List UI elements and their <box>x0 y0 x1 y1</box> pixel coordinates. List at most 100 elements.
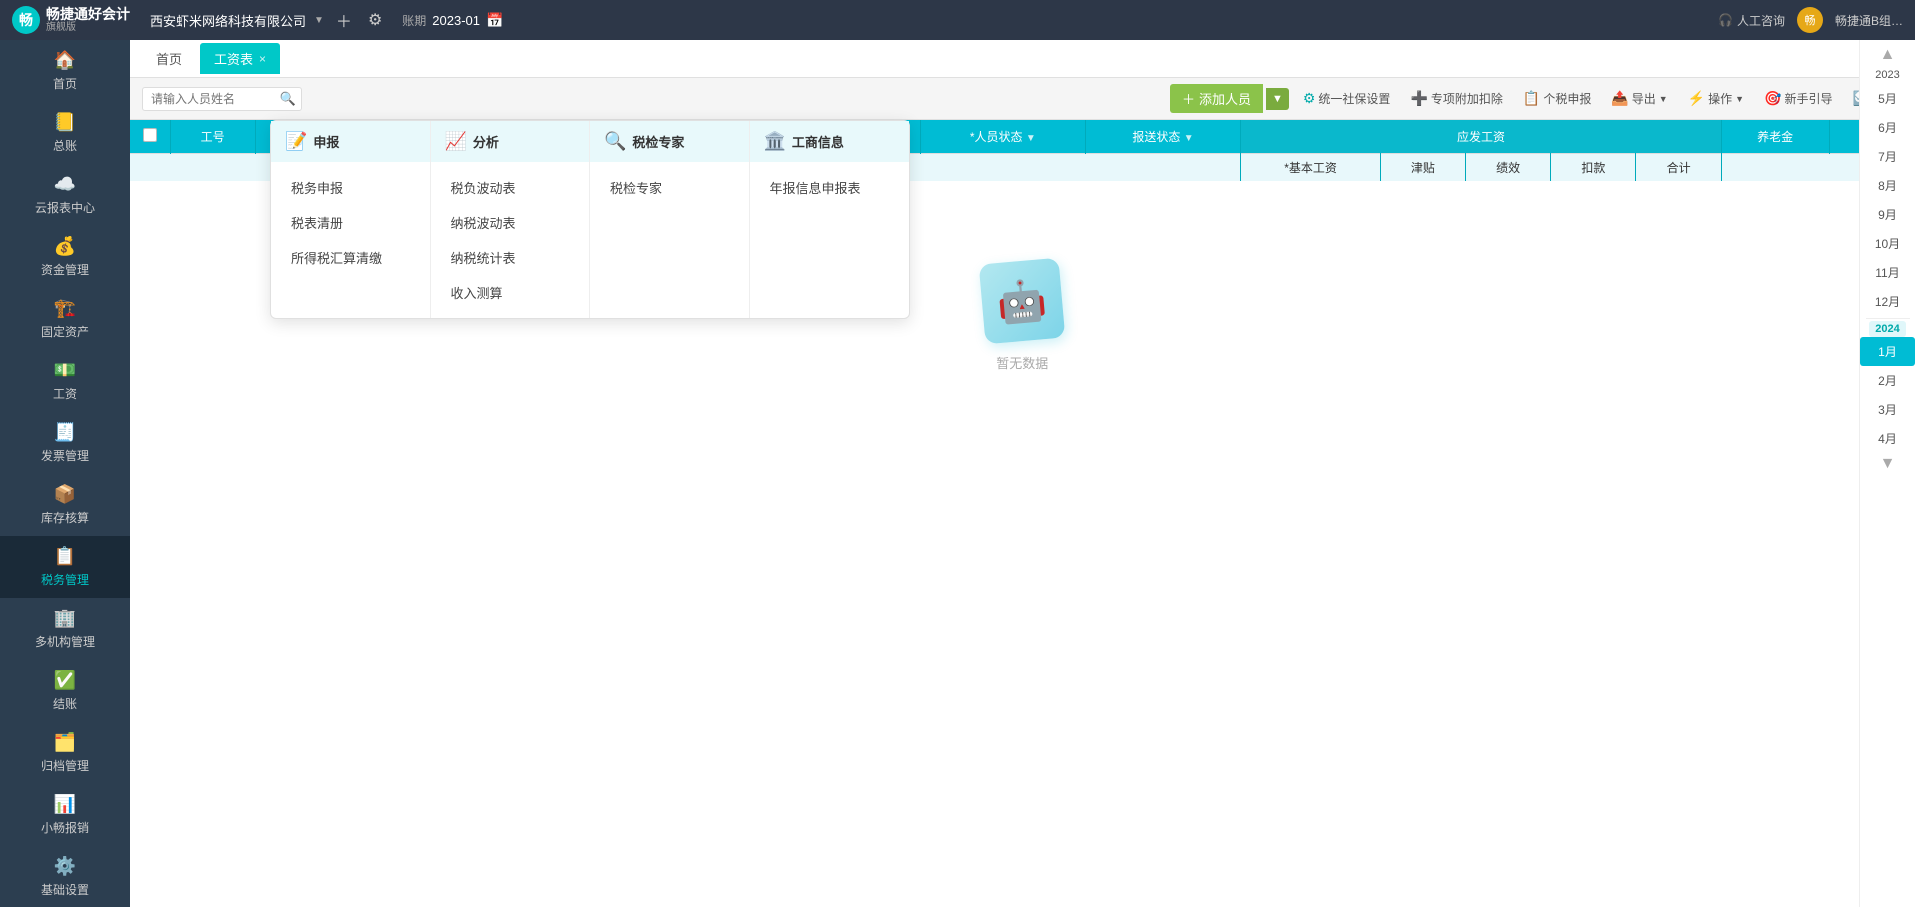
sidebar-item-settings[interactable]: ⚙️ 基础设置 <box>0 846 130 907</box>
tab-salary-label: 工资表 <box>214 49 253 68</box>
declaration-items: 税务申报 税表清册 所得税汇算清缴 <box>271 162 430 283</box>
cloud-icon: ☁️ <box>54 174 76 195</box>
search-icon[interactable]: 🔍 <box>280 91 296 107</box>
tabs-bar: 首页 工资表 × ⤢ × <box>130 40 1915 78</box>
sidebar: 🏠 首页 📒 总账 ☁️ 云报表中心 💰 资金管理 🏗️ 固定资产 💵 工资 🧾… <box>0 40 130 907</box>
tab-home[interactable]: 首页 <box>142 43 196 74</box>
calendar-month-12[interactable]: 12月 <box>1860 287 1915 316</box>
operations-label: 操作 <box>1708 90 1732 107</box>
calendar-month-1[interactable]: 1月 <box>1860 337 1915 366</box>
tax-expert-icon: 🔍 <box>604 131 626 152</box>
income-calc-item[interactable]: 收入测算 <box>431 275 590 310</box>
analysis-title: 分析 <box>473 132 499 151</box>
add-person-dropdown-button[interactable]: ▼ <box>1266 88 1289 110</box>
sidebar-item-salary[interactable]: 💵 工资 <box>0 350 130 412</box>
sidebar-item-asset[interactable]: 🏗️ 固定资产 <box>0 288 130 350</box>
operations-button[interactable]: ⚡ 操作 ▼ <box>1682 86 1750 111</box>
dd-section-declaration-header: 📝 申报 <box>271 121 430 162</box>
sidebar-item-home[interactable]: 🏠 首页 <box>0 40 130 102</box>
export-dropdown-icon: ▼ <box>1659 94 1668 104</box>
calendar-month-10[interactable]: 10月 <box>1860 229 1915 258</box>
calendar-month-11[interactable]: 11月 <box>1860 258 1915 287</box>
calendar-divider <box>1866 318 1910 319</box>
special-deduct-button[interactable]: ➕ 专项附加扣除 <box>1404 86 1508 111</box>
expert-item[interactable]: 税检专家 <box>590 170 749 205</box>
header-wage-group: 应发工资 <box>1241 120 1721 154</box>
calendar-icon[interactable]: 📅 <box>486 12 503 29</box>
new-guide-icon: 🎯 <box>1764 90 1781 107</box>
tab-salary-close-icon[interactable]: × <box>259 52 266 66</box>
calendar-month-4[interactable]: 4月 <box>1860 424 1915 453</box>
business-icon: 🏛️ <box>764 131 786 152</box>
period-label: 账期 <box>402 12 426 29</box>
sidebar-item-archive[interactable]: 🗂️ 归档管理 <box>0 722 130 784</box>
service-button[interactable]: 🎧 人工咨询 <box>1718 12 1785 29</box>
calendar-month-6[interactable]: 6月 <box>1860 113 1915 142</box>
add-person-button[interactable]: ＋ 添加人员 <box>1170 84 1263 113</box>
export-button[interactable]: 📤 导出 ▼ <box>1605 86 1673 111</box>
tax-expert-title: 税检专家 <box>632 132 684 151</box>
calendar-month-8[interactable]: 8月 <box>1860 171 1915 200</box>
inventory-icon: 📦 <box>54 484 76 505</box>
company-settings-button[interactable]: ⚙ <box>364 10 386 30</box>
close-books-icon: ✅ <box>54 670 76 691</box>
send-status-filter-icon[interactable]: ▼ <box>1184 133 1194 144</box>
add-icon: ＋ <box>1182 89 1195 108</box>
tax-report-item[interactable]: 税务申报 <box>271 170 430 205</box>
personal-tax-label: 个税申报 <box>1543 90 1591 107</box>
tax-stats-item[interactable]: 纳税统计表 <box>431 240 590 275</box>
calendar-up-button[interactable]: ▲ <box>1880 44 1896 66</box>
personal-tax-button[interactable]: 📋 个税申报 <box>1517 86 1597 111</box>
content-area: 首页 工资表 × ⤢ × 🔍 ＋ 添加人员 ▼ <box>130 40 1915 907</box>
dd-section-declaration: 📝 申报 税务申报 税表清册 所得税汇算清缴 <box>271 121 431 318</box>
main-layout: 🏠 首页 📒 总账 ☁️ 云报表中心 💰 资金管理 🏗️ 固定资产 💵 工资 🧾… <box>0 40 1915 907</box>
header-status: *人员状态 ▼ <box>921 120 1086 154</box>
calendar-down-button[interactable]: ▼ <box>1880 453 1896 475</box>
social-insurance-button[interactable]: ⚙ 统一社保设置 <box>1297 86 1397 111</box>
sidebar-item-fund[interactable]: 💰 资金管理 <box>0 226 130 288</box>
calendar-month-3[interactable]: 3月 <box>1860 395 1915 424</box>
sidebar-item-multi[interactable]: 🏢 多机构管理 <box>0 598 130 660</box>
status-filter-icon[interactable]: ▼ <box>1026 133 1036 144</box>
annual-report-item[interactable]: 年报信息申报表 <box>750 170 910 205</box>
user-name[interactable]: 畅捷通B组… <box>1835 12 1903 29</box>
special-deduct-label: 专项附加扣除 <box>1431 90 1503 107</box>
tax-burden-item[interactable]: 税负波动表 <box>431 170 590 205</box>
tab-salary[interactable]: 工资表 × <box>200 43 280 74</box>
tab-home-label: 首页 <box>156 49 182 68</box>
calendar-year-2024: 2024 <box>1869 321 1905 337</box>
sub-header-total: 合计 <box>1636 154 1721 182</box>
new-guide-button[interactable]: 🎯 新手引导 <box>1758 86 1838 111</box>
sidebar-item-ledger[interactable]: 📒 总账 <box>0 102 130 164</box>
sidebar-item-cloud[interactable]: ☁️ 云报表中心 <box>0 164 130 226</box>
dd-section-business: 🏛️ 工商信息 年报信息申报表 <box>750 121 910 318</box>
sidebar-item-report[interactable]: 📊 小畅报销 <box>0 784 130 846</box>
search-input[interactable] <box>142 87 302 111</box>
sidebar-item-tax[interactable]: 📋 税务管理 <box>0 536 130 598</box>
company-dropdown-icon[interactable]: ▼ <box>314 15 324 26</box>
add-company-button[interactable]: ＋ <box>332 8 356 32</box>
calendar-month-7[interactable]: 7月 <box>1860 142 1915 171</box>
archive-icon: 🗂️ <box>54 732 76 753</box>
header-checkbox[interactable] <box>143 128 157 142</box>
calendar-panel: ▲ 2023 5月 6月 7月 8月 9月 10月 11月 12月 2024 1… <box>1859 40 1915 907</box>
operations-icon: ⚡ <box>1688 90 1705 107</box>
dd-section-analysis: 📈 分析 税负波动表 纳税波动表 纳税统计表 收入测算 <box>431 121 591 318</box>
tax-payment-item[interactable]: 纳税波动表 <box>431 205 590 240</box>
sidebar-item-inventory[interactable]: 📦 库存核算 <box>0 474 130 536</box>
logo-icon: 畅 <box>12 6 40 34</box>
dd-section-tax-expert: 🔍 税检专家 税检专家 <box>590 121 750 318</box>
tax-dropdown-menu: 📝 申报 税务申报 税表清册 所得税汇算清缴 📈 分析 <box>270 120 910 319</box>
tax-form-item[interactable]: 税表清册 <box>271 205 430 240</box>
calendar-month-5[interactable]: 5月 <box>1860 84 1915 113</box>
header-pension: 养老金 <box>1721 120 1829 154</box>
invoice-icon: 🧾 <box>54 422 76 443</box>
sidebar-item-close-books[interactable]: ✅ 结账 <box>0 660 130 722</box>
calendar-month-2[interactable]: 2月 <box>1860 366 1915 395</box>
income-tax-item[interactable]: 所得税汇算清缴 <box>271 240 430 275</box>
company-area[interactable]: 西安虾米网络科技有限公司 ▼ ＋ ⚙ <box>150 8 386 32</box>
period-value[interactable]: 2023-01 <box>432 13 480 28</box>
calendar-month-9[interactable]: 9月 <box>1860 200 1915 229</box>
asset-icon: 🏗️ <box>54 298 76 319</box>
sidebar-item-invoice[interactable]: 🧾 发票管理 <box>0 412 130 474</box>
